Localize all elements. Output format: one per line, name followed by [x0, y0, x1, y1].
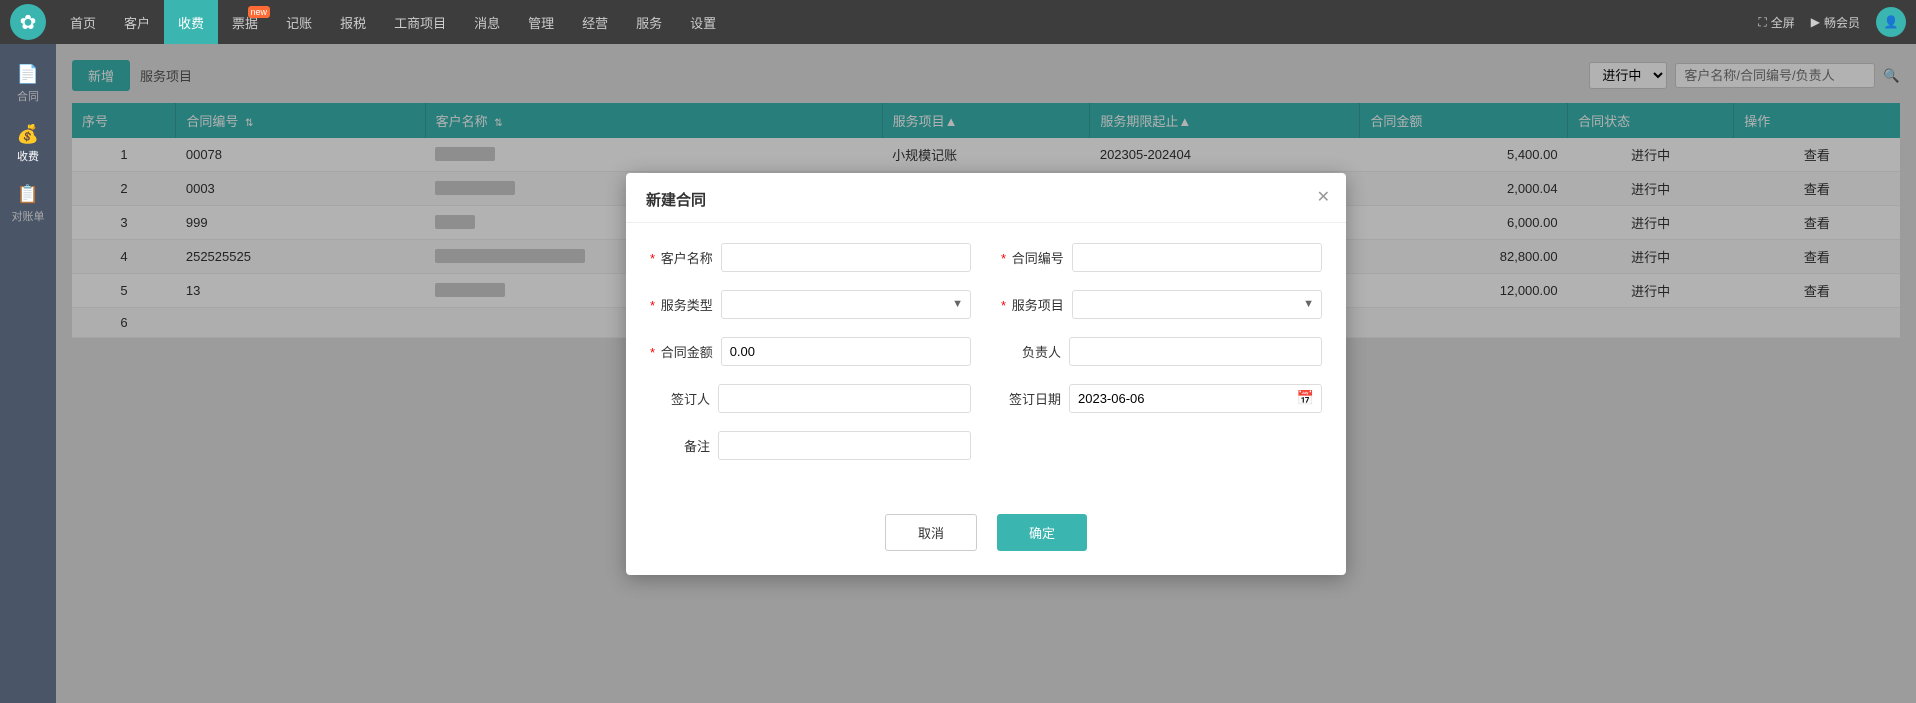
sidebar: 📄 合同 💰 收费 📋 对账单	[0, 44, 56, 703]
required-star-5: *	[650, 345, 655, 360]
form-row-3: * 合同金额 负责人	[650, 337, 1322, 366]
user-avatar[interactable]: 👤	[1876, 7, 1906, 37]
field-notes: 备注	[650, 431, 971, 460]
contract-no-label: * 合同编号	[1001, 248, 1064, 267]
field-service-type: * 服务类型 ▼	[650, 290, 971, 319]
client-name-label: * 客户名称	[650, 248, 713, 267]
top-navigation: ✿ 首页 客户 收费 票据 new 记账 报税 工商项目 消息 管理 经营 服务…	[0, 0, 1916, 44]
nav-client[interactable]: 客户	[110, 0, 164, 44]
signer-label: 签订人	[650, 389, 710, 408]
sidebar-item-statement[interactable]: 📋 对账单	[0, 174, 56, 234]
contract-amount-label: * 合同金额	[650, 342, 713, 361]
app-logo: ✿	[10, 4, 46, 40]
notes-input[interactable]	[718, 431, 971, 460]
modal-overlay: 新建合同 ✕ * 客户名称	[56, 44, 1916, 703]
form-row-4: 签订人 签订日期 📅	[650, 384, 1322, 413]
service-item-label: * 服务项目	[1001, 295, 1064, 314]
nav-invoice[interactable]: 票据 new	[218, 0, 272, 44]
field-contract-amount: * 合同金额	[650, 337, 971, 366]
nav-settings[interactable]: 设置	[676, 0, 730, 44]
sidebar-item-billing[interactable]: 💰 收费	[0, 114, 56, 174]
nav-tax[interactable]: 报税	[326, 0, 380, 44]
statement-icon: 📋	[17, 184, 39, 205]
contract-icon: 📄	[17, 64, 39, 85]
content-area: 新增 服务项目 进行中 已完成 已取消 🔍 序号 合同编号	[56, 44, 1916, 703]
modal-body: * 客户名称 * 合同编号	[626, 223, 1346, 498]
contract-no-input[interactable]	[1072, 243, 1322, 272]
new-badge: new	[248, 6, 271, 18]
cancel-button[interactable]: 取消	[885, 514, 977, 551]
nav-bookkeeping[interactable]: 记账	[272, 0, 326, 44]
required-star-2: *	[1001, 251, 1006, 266]
field-contract-no: * 合同编号	[1001, 243, 1322, 272]
field-sign-date: 签订日期 📅	[1001, 384, 1322, 413]
main-area: 📄 合同 💰 收费 📋 对账单 新增 服务项目 进行中 已完成 已取消	[0, 44, 1916, 703]
form-row-1: * 客户名称 * 合同编号	[650, 243, 1322, 272]
nav-message[interactable]: 消息	[460, 0, 514, 44]
modal-footer: 取消 确定	[626, 498, 1346, 575]
sign-date-label: 签订日期	[1001, 389, 1061, 408]
service-item-wrapper: ▼	[1072, 290, 1322, 319]
service-type-wrapper: ▼	[721, 290, 971, 319]
avatar-icon: 👤	[1884, 15, 1899, 29]
responsible-input[interactable]	[1069, 337, 1322, 366]
required-star: *	[650, 251, 655, 266]
nav-business[interactable]: 工商项目	[380, 0, 460, 44]
required-star-4: *	[1001, 298, 1006, 313]
modal-close-button[interactable]: ✕	[1317, 187, 1330, 207]
contract-amount-input[interactable]	[721, 337, 971, 366]
sign-date-input[interactable]	[1069, 384, 1322, 413]
signer-input[interactable]	[718, 384, 971, 413]
sign-date-wrapper: 📅	[1069, 384, 1322, 413]
member-button[interactable]: ▶ 畅会员	[1811, 14, 1860, 31]
nav-operation[interactable]: 经营	[568, 0, 622, 44]
form-row-5: 备注	[650, 431, 1322, 460]
client-name-input[interactable]	[721, 243, 971, 272]
nav-manage[interactable]: 管理	[514, 0, 568, 44]
service-type-label: * 服务类型	[650, 295, 713, 314]
modal-title: 新建合同	[626, 173, 1346, 223]
nav-home[interactable]: 首页	[56, 0, 110, 44]
fullscreen-button[interactable]: ⛶ 全屏	[1758, 14, 1794, 31]
nav-menu: 首页 客户 收费 票据 new 记账 报税 工商项目 消息 管理 经营 服务 设…	[56, 0, 1758, 44]
responsible-label: 负责人	[1001, 342, 1061, 361]
nav-billing[interactable]: 收费	[164, 0, 218, 44]
play-icon: ▶	[1811, 15, 1820, 29]
fullscreen-icon: ⛶	[1758, 15, 1766, 30]
field-signer: 签订人	[650, 384, 971, 413]
field-responsible: 负责人	[1001, 337, 1322, 366]
confirm-button[interactable]: 确定	[997, 514, 1087, 551]
notes-label: 备注	[650, 436, 710, 455]
nav-right-area: ⛶ 全屏 ▶ 畅会员 👤	[1758, 7, 1906, 37]
field-service-item: * 服务项目 ▼	[1001, 290, 1322, 319]
billing-icon: 💰	[17, 124, 39, 145]
sidebar-item-contract[interactable]: 📄 合同	[0, 54, 56, 114]
field-client-name: * 客户名称	[650, 243, 971, 272]
form-row-2: * 服务类型 ▼ *	[650, 290, 1322, 319]
nav-service[interactable]: 服务	[622, 0, 676, 44]
service-item-select[interactable]	[1072, 290, 1322, 319]
service-type-select[interactable]	[721, 290, 971, 319]
required-star-3: *	[650, 298, 655, 313]
create-contract-modal: 新建合同 ✕ * 客户名称	[626, 173, 1346, 575]
